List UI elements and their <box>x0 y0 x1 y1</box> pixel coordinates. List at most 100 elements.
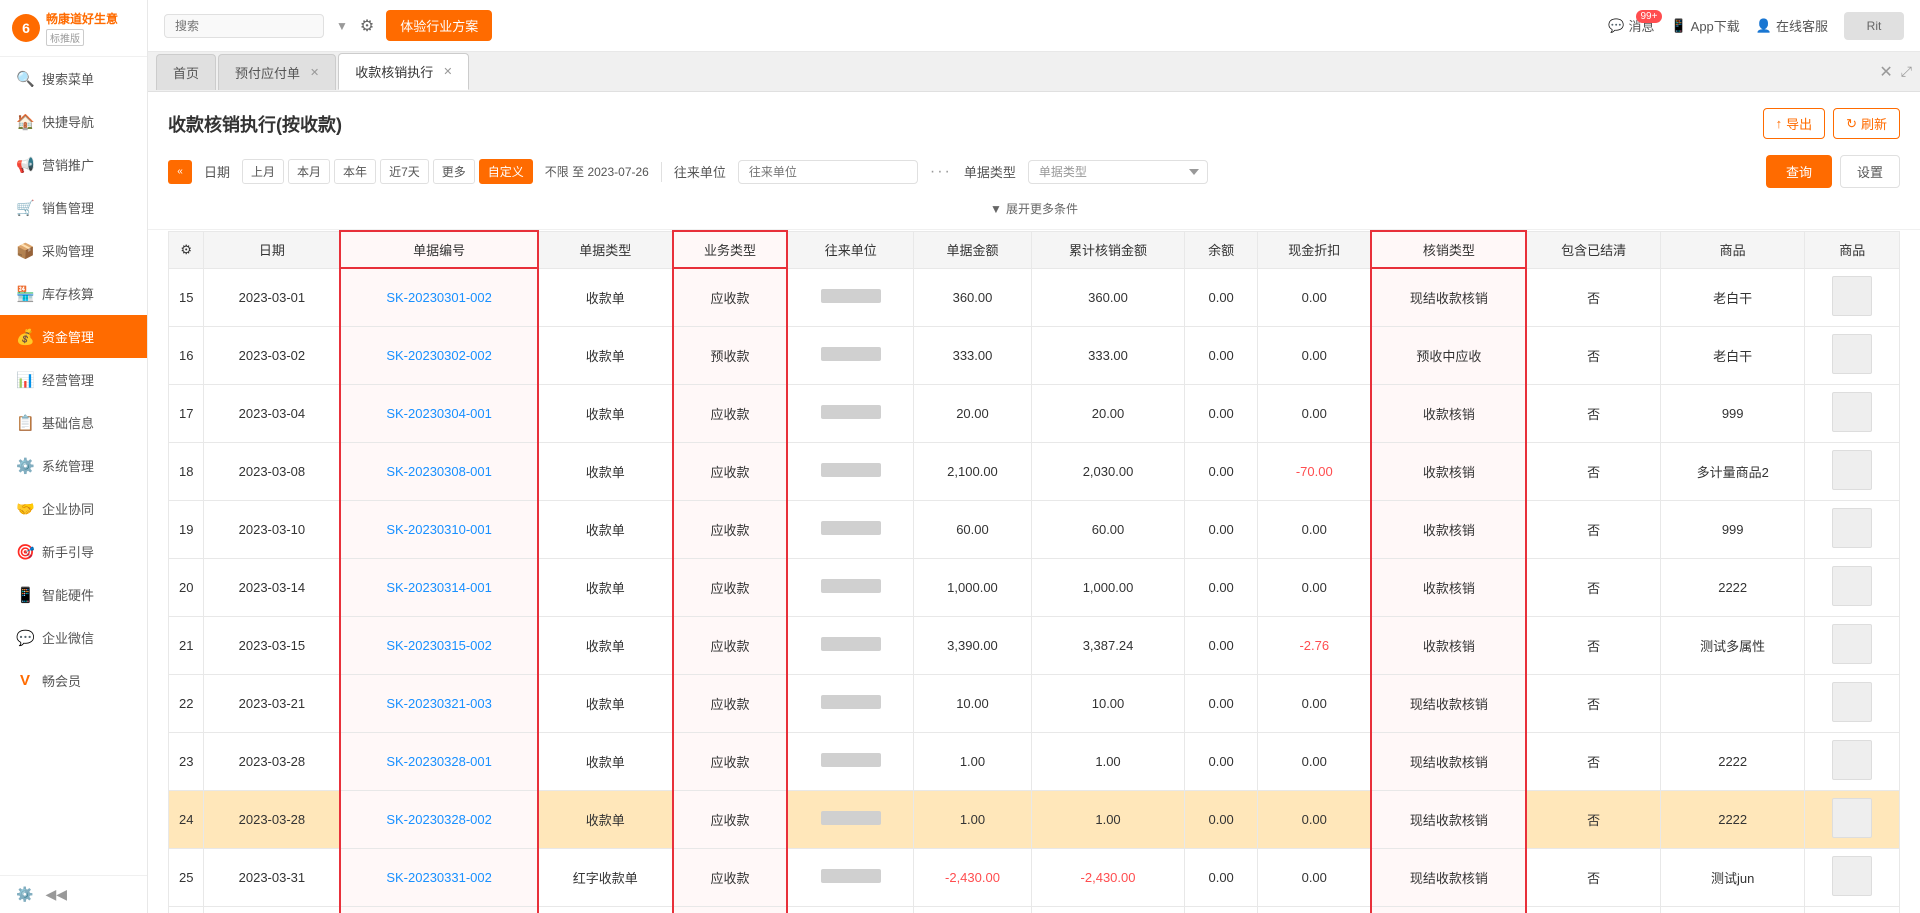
th-goods1: 商品 <box>1660 231 1804 268</box>
th-partner: 往来单位 <box>787 231 913 268</box>
doc-type-filter-select[interactable]: 单据类型 <box>1028 160 1208 184</box>
cell-biz-type: 应收款 <box>673 790 788 848</box>
cell-verify-type: 现结收款核销 <box>1371 848 1526 906</box>
tab-receipts-verify[interactable]: 收款核销执行 ✕ <box>338 53 469 90</box>
doc-no-link[interactable]: SK-20230328-001 <box>386 754 492 769</box>
cell-include-closed: 否 <box>1526 558 1660 616</box>
cell-include-closed: 否 <box>1526 674 1660 732</box>
close-all-tabs-icon[interactable]: ✕ <box>1879 62 1892 82</box>
filter-collapse-button[interactable]: « <box>168 160 192 184</box>
sidebar-item-corp-wechat[interactable]: 💬 企业微信 <box>0 616 147 659</box>
last-7-days-btn[interactable]: 近7天 <box>380 159 429 184</box>
doc-no-link[interactable]: SK-20230301-002 <box>386 290 492 305</box>
cell-verify-type: 预收款核销 <box>1371 906 1526 913</box>
export-label: 导出 <box>1786 114 1812 133</box>
cell-seq: 18 <box>169 442 204 500</box>
table-row: 16 2023-03-02 SK-20230302-002 收款单 预收款 33… <box>169 326 1900 384</box>
tab-home[interactable]: 首页 <box>156 54 216 90</box>
query-button[interactable]: 查询 <box>1766 155 1832 188</box>
doc-no-link[interactable]: SK-20230308-001 <box>386 464 492 479</box>
cell-goods1: 老白干 <box>1660 268 1804 326</box>
cell-discount: -2.76 <box>1258 616 1372 674</box>
table-row: 15 2023-03-01 SK-20230301-002 收款单 应收款 36… <box>169 268 1900 326</box>
cell-balance: 0.00 <box>1185 906 1258 913</box>
purchase-icon: 📦 <box>16 242 34 260</box>
doc-no-link[interactable]: SK-20230314-001 <box>386 580 492 595</box>
th-settings[interactable]: ⚙ <box>169 231 204 268</box>
sidebar-item-member[interactable]: V 畅会员 <box>0 659 147 702</box>
partner-blurred <box>821 405 881 419</box>
enterprise-icon: 🤝 <box>16 500 34 518</box>
cell-date: 2023-03-01 <box>204 268 340 326</box>
doc-no-link[interactable]: SK-20230302-002 <box>386 348 492 363</box>
cell-amount: 3,390.00 <box>914 616 1032 674</box>
sidebar-item-newbie[interactable]: 🎯 新手引导 <box>0 530 147 573</box>
doc-no-link[interactable]: SK-20230328-002 <box>386 812 492 827</box>
doc-no-link[interactable]: SK-20230310-001 <box>386 522 492 537</box>
industry-solution-button[interactable]: 体验行业方案 <box>386 10 492 41</box>
user-avatar[interactable]: Rit <box>1844 12 1904 40</box>
sidebar-item-label: 新手引导 <box>42 542 94 561</box>
collapse-icon[interactable]: ◀◀ <box>45 886 67 903</box>
th-doc-type: 单据类型 <box>538 231 673 268</box>
goods-thumbnail <box>1832 624 1872 664</box>
sidebar-item-purchase[interactable]: 📦 采购管理 <box>0 229 147 272</box>
settings-button[interactable]: 设置 <box>1840 155 1900 188</box>
tab-pre-payment[interactable]: 预付应付单 ✕ <box>218 54 336 90</box>
cell-partner <box>787 384 913 442</box>
doc-no-link[interactable]: SK-20230315-002 <box>386 638 492 653</box>
topbar-search-input[interactable] <box>164 14 324 38</box>
sidebar-item-sales[interactable]: 🛒 销售管理 <box>0 186 147 229</box>
cell-discount: 0.00 <box>1258 674 1372 732</box>
th-verified: 累计核销金额 <box>1031 231 1184 268</box>
tab-receipts-verify-close-icon[interactable]: ✕ <box>443 65 452 78</box>
app-download-button[interactable]: 📱 App下载 <box>1670 16 1739 35</box>
sidebar-item-smart-hw[interactable]: 📱 智能硬件 <box>0 573 147 616</box>
export-icon: ↑ <box>1776 116 1783 131</box>
cell-goods1 <box>1660 674 1804 732</box>
last-month-btn[interactable]: 上月 <box>242 159 284 184</box>
table-row: 23 2023-03-28 SK-20230328-001 收款单 应收款 1.… <box>169 732 1900 790</box>
sidebar-item-quick-nav[interactable]: 🏠 快捷导航 <box>0 100 147 143</box>
refresh-button[interactable]: ↻ 刷新 <box>1833 108 1900 139</box>
doc-no-link[interactable]: SK-20230304-001 <box>386 406 492 421</box>
cell-discount: 0.00 <box>1258 384 1372 442</box>
sidebar-item-search[interactable]: 🔍 搜索菜单 <box>0 57 147 100</box>
filter-expand-toggle[interactable]: ▼ 展开更多条件 <box>990 200 1078 217</box>
sidebar-item-label: 搜索菜单 <box>42 69 94 88</box>
cell-partner <box>787 674 913 732</box>
this-month-btn[interactable]: 本月 <box>288 159 330 184</box>
cell-partner <box>787 500 913 558</box>
topbar-gear-icon[interactable]: ⚙ <box>360 16 374 36</box>
doc-no-link[interactable]: SK-20230321-003 <box>386 696 492 711</box>
expand-tabs-icon[interactable]: ⤢ <box>1901 63 1912 80</box>
settings-footer-icon[interactable]: ⚙️ <box>16 886 33 903</box>
custom-date-btn[interactable]: 自定义 <box>479 159 533 184</box>
cell-goods1: 2222 <box>1660 790 1804 848</box>
sidebar-item-operations[interactable]: 📊 经营管理 <box>0 358 147 401</box>
this-year-btn[interactable]: 本年 <box>334 159 376 184</box>
column-settings-icon[interactable]: ⚙ <box>180 242 192 257</box>
export-button[interactable]: ↑ 导出 <box>1763 108 1826 139</box>
tab-pre-payment-close-icon[interactable]: ✕ <box>310 66 319 79</box>
table-row: 22 2023-03-21 SK-20230321-003 收款单 应收款 10… <box>169 674 1900 732</box>
finance-icon: 💰 <box>16 328 34 346</box>
cell-doc-type: 收款单 <box>538 442 673 500</box>
cell-discount: 0.00 <box>1258 558 1372 616</box>
sidebar-item-inventory[interactable]: 🏪 库存核算 <box>0 272 147 315</box>
sidebar-item-basic[interactable]: 📋 基础信息 <box>0 401 147 444</box>
cell-verified: 360.00 <box>1031 268 1184 326</box>
sidebar-item-marketing[interactable]: 📢 营销推广 <box>0 143 147 186</box>
notification-button[interactable]: 💬 消息 99+ <box>1608 16 1654 35</box>
cell-biz-type: 应收款 <box>673 848 788 906</box>
online-service-button[interactable]: 👤 在线客服 <box>1756 16 1828 35</box>
sidebar-item-enterprise[interactable]: 🤝 企业协同 <box>0 487 147 530</box>
goods-thumbnail <box>1832 566 1872 606</box>
sidebar-item-system[interactable]: ⚙️ 系统管理 <box>0 444 147 487</box>
more-date-btn[interactable]: 更多 <box>433 159 475 184</box>
cell-amount: 1.00 <box>914 732 1032 790</box>
cell-doc-type: 收款单 <box>538 674 673 732</box>
partner-filter-input[interactable] <box>738 160 918 184</box>
sidebar-item-finance[interactable]: 💰 资金管理 <box>0 315 147 358</box>
doc-no-link[interactable]: SK-20230331-002 <box>386 870 492 885</box>
